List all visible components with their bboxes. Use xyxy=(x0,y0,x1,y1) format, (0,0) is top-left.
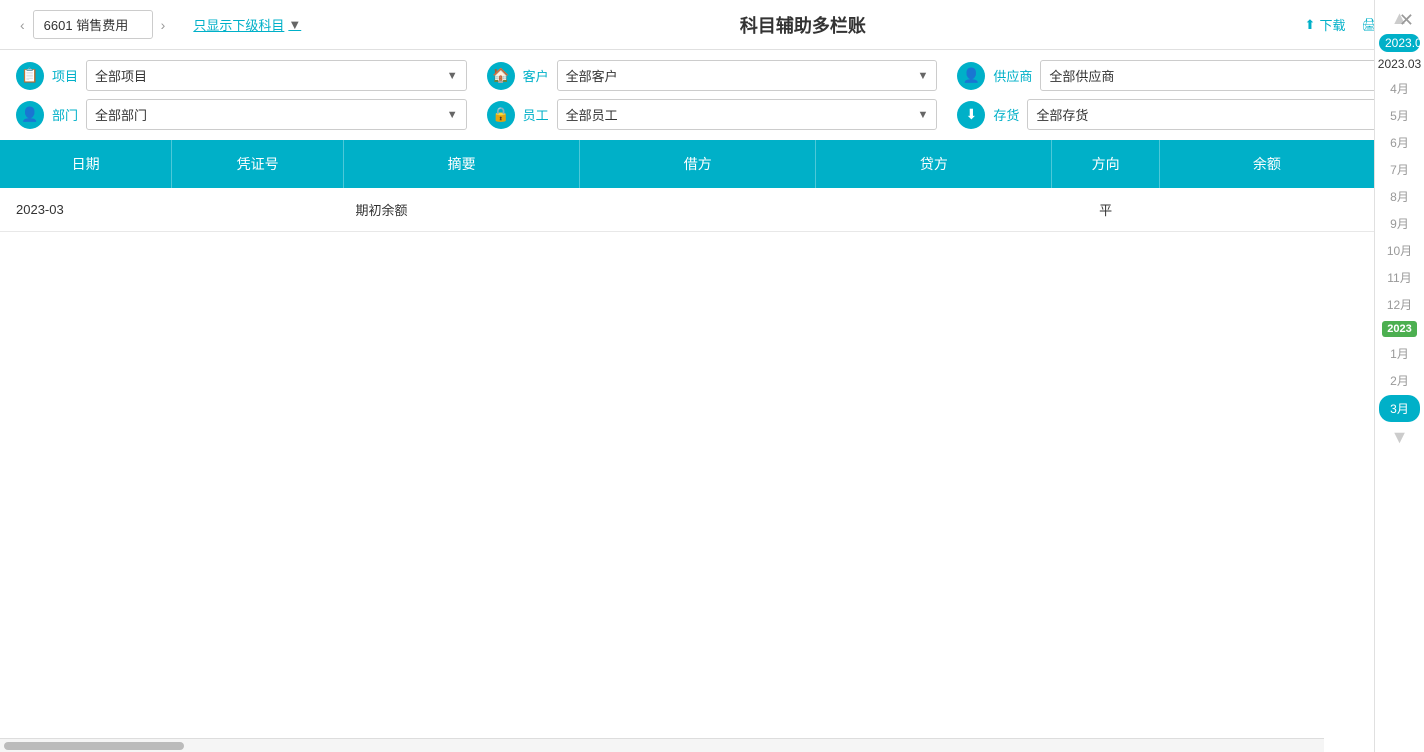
employee-select[interactable]: 全部员工 ▼ xyxy=(557,99,938,130)
col-credit: 贷方 xyxy=(816,140,1052,188)
prev-account-button[interactable]: ‹ xyxy=(16,15,29,35)
timeline-month-6[interactable]: 6月 xyxy=(1375,129,1424,156)
timeline-month-11[interactable]: 11月 xyxy=(1375,264,1424,291)
row-date: 2023-03 xyxy=(0,188,172,232)
main-window: ✕ ‹ 6601 销售费用 › 只显示下级科目 ▼ 科目辅助多栏账 ⬆ 下载 🖨… xyxy=(0,0,1424,752)
header-bar: ‹ 6601 销售费用 › 只显示下级科目 ▼ 科目辅助多栏账 ⬆ 下载 🖨 打… xyxy=(0,0,1424,50)
show-sub-chevron-icon: ▼ xyxy=(288,17,301,32)
dept-filter: 👤 部门 全部部门 ▼ xyxy=(16,99,467,130)
timeline-panel: ▲ 2023.03 2023.03 4月 5月 6月 7月 8月 9月 10月 … xyxy=(1374,0,1424,752)
dept-dropdown-icon: ▼ xyxy=(447,109,458,121)
timeline-month-9[interactable]: 9月 xyxy=(1375,210,1424,237)
page-title: 科目辅助多栏账 xyxy=(301,12,1304,38)
show-sub-accounts-toggle[interactable]: 只显示下级科目 ▼ xyxy=(193,15,301,34)
customer-dropdown-icon: ▼ xyxy=(917,70,928,82)
supplier-select[interactable]: 全部供应商 ▼ xyxy=(1040,60,1408,91)
employee-icon: 🔒 xyxy=(487,101,515,129)
table-header-row: 日期 凭证号 摘要 借方 贷方 方向 余额 xyxy=(0,140,1374,188)
project-dropdown-icon: ▼ xyxy=(447,70,458,82)
account-code[interactable]: 6601 销售费用 xyxy=(33,10,153,39)
timeline-month-1[interactable]: 1月 xyxy=(1375,340,1424,367)
timeline-month-12[interactable]: 12月 xyxy=(1375,291,1424,318)
inventory-select[interactable]: 全部存货 ▼ xyxy=(1027,99,1408,130)
customer-label: 客户 xyxy=(523,66,549,85)
timeline-month-8[interactable]: 8月 xyxy=(1375,183,1424,210)
timeline-month-10[interactable]: 10月 xyxy=(1375,237,1424,264)
row-credit xyxy=(816,188,1052,232)
employee-filter: 🔒 员工 全部员工 ▼ xyxy=(487,99,938,130)
project-label: 项目 xyxy=(52,66,78,85)
col-date: 日期 xyxy=(0,140,172,188)
horizontal-scrollbar[interactable] xyxy=(0,738,1324,752)
supplier-filter: 👤 供应商 全部供应商 ▼ xyxy=(957,60,1408,91)
col-summary: 摘要 xyxy=(344,140,580,188)
timeline-month-5[interactable]: 5月 xyxy=(1375,102,1424,129)
close-button[interactable]: ✕ xyxy=(1399,10,1414,31)
dept-icon: 👤 xyxy=(16,101,44,129)
ledger-table: 日期 凭证号 摘要 借方 贷方 方向 余额 2023-03 期初余额 平 xyxy=(0,140,1374,232)
download-icon: ⬆ xyxy=(1305,17,1316,33)
timeline-month-3-active[interactable]: 3月 xyxy=(1379,395,1420,422)
timeline-month-4[interactable]: 4月 xyxy=(1375,75,1424,102)
timeline-month-2[interactable]: 2月 xyxy=(1375,367,1424,394)
year-badge: 2023 xyxy=(1382,321,1416,337)
customer-select[interactable]: 全部客户 ▼ xyxy=(557,60,938,91)
row-direction: 平 xyxy=(1052,188,1159,232)
next-account-button[interactable]: › xyxy=(157,15,170,35)
inventory-label: 存货 xyxy=(993,105,1019,124)
timeline-period-1[interactable]: 2023.03 xyxy=(1379,34,1420,52)
customer-icon: 🏠 xyxy=(487,62,515,90)
supplier-label: 供应商 xyxy=(993,66,1032,85)
inventory-icon: ⬇ xyxy=(957,101,985,129)
timeline-down-button[interactable]: ▼ xyxy=(1387,423,1413,452)
download-button[interactable]: ⬆ 下载 xyxy=(1305,15,1346,34)
table-row: 2023-03 期初余额 平 xyxy=(0,188,1374,232)
row-summary: 期初余额 xyxy=(344,188,580,232)
timeline-period-2[interactable]: 2023.03 xyxy=(1375,53,1424,75)
row-debit xyxy=(580,188,816,232)
project-select[interactable]: 全部项目 ▼ xyxy=(86,60,467,91)
row-balance xyxy=(1159,188,1374,232)
dept-label: 部门 xyxy=(52,105,78,124)
project-icon: 📋 xyxy=(16,62,44,90)
col-debit: 借方 xyxy=(580,140,816,188)
col-balance: 余额 xyxy=(1159,140,1374,188)
supplier-icon: 👤 xyxy=(957,62,985,90)
row-voucher xyxy=(172,188,344,232)
col-direction: 方向 xyxy=(1052,140,1159,188)
col-voucher: 凭证号 xyxy=(172,140,344,188)
table-area: 日期 凭证号 摘要 借方 贷方 方向 余额 2023-03 期初余额 平 xyxy=(0,140,1374,232)
nav-arrows: ‹ 6601 销售费用 › xyxy=(16,10,169,39)
customer-filter: 🏠 客户 全部客户 ▼ xyxy=(487,60,938,91)
employee-dropdown-icon: ▼ xyxy=(917,109,928,121)
timeline-month-7[interactable]: 7月 xyxy=(1375,156,1424,183)
project-filter: 📋 项目 全部项目 ▼ xyxy=(16,60,467,91)
scrollbar-thumb[interactable] xyxy=(4,742,184,750)
filter-bar: 📋 项目 全部项目 ▼ 🏠 客户 全部客户 ▼ 👤 供应商 全部供应商 ▼ xyxy=(0,50,1424,140)
inventory-filter: ⬇ 存货 全部存货 ▼ xyxy=(957,99,1408,130)
dept-select[interactable]: 全部部门 ▼ xyxy=(86,99,467,130)
employee-label: 员工 xyxy=(523,105,549,124)
